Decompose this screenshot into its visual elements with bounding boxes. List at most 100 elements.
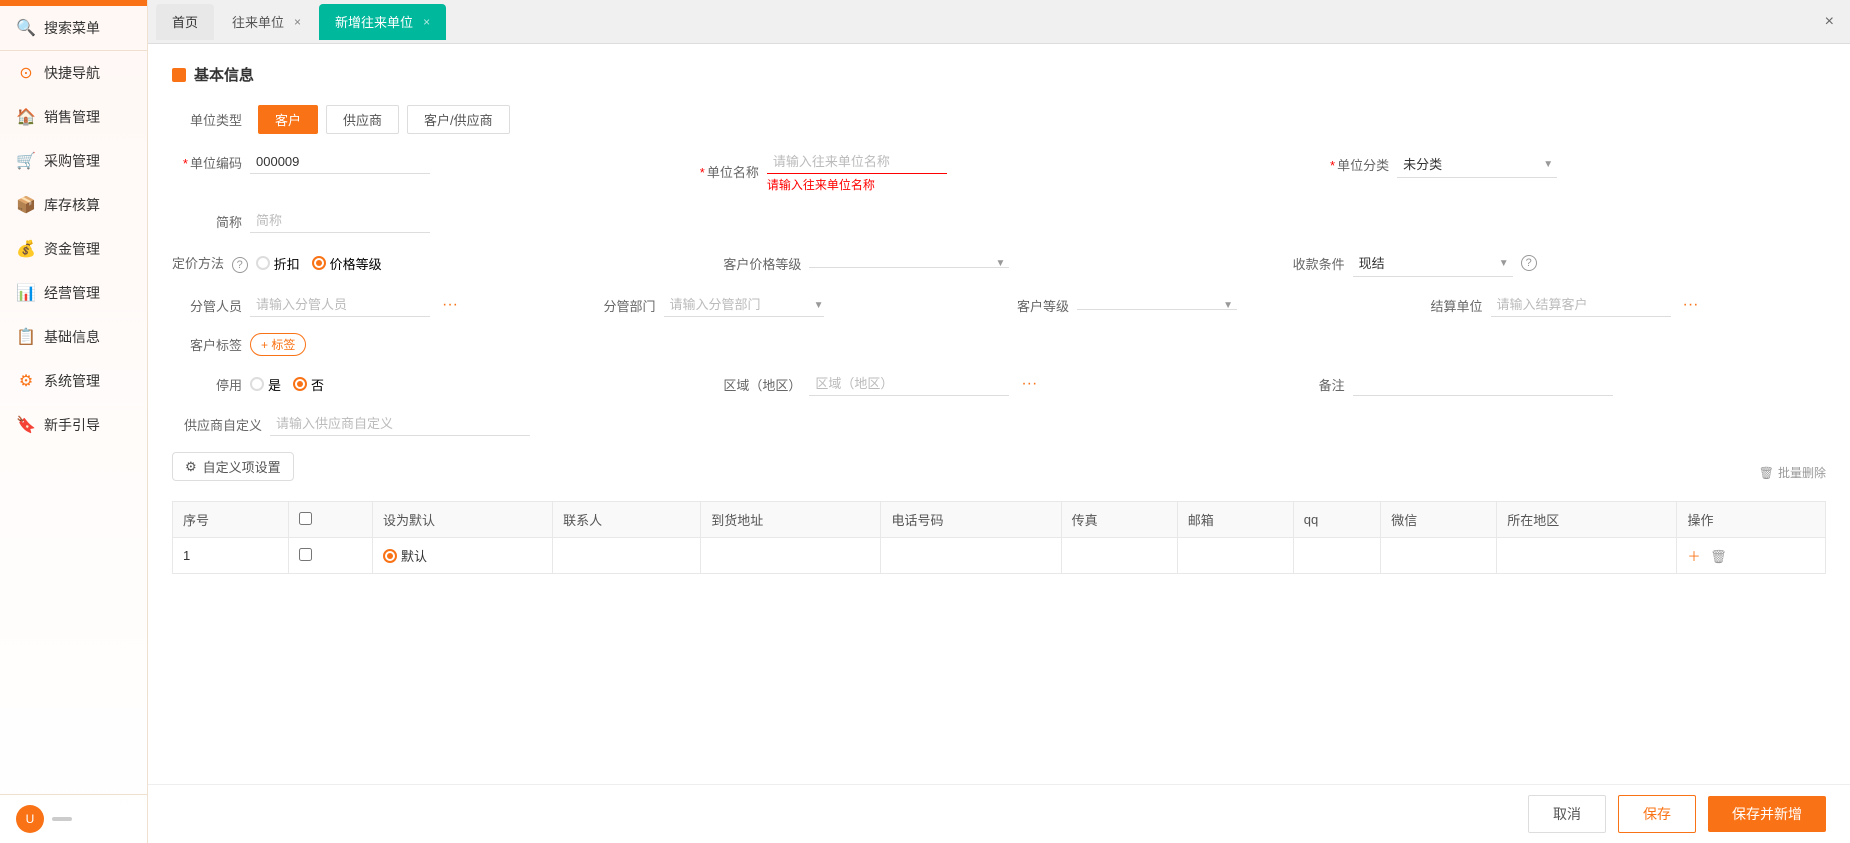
add-tag-button[interactable]: + 标签: [250, 333, 306, 356]
customer-price-level-label: 客户价格等级: [723, 254, 801, 273]
gear-icon: ⚙: [185, 459, 197, 475]
table-row: 1 默认: [173, 538, 1826, 574]
tab-new-partner[interactable]: 新增往来单位 ×: [319, 4, 446, 40]
payment-terms-select[interactable]: 现结: [1353, 249, 1513, 277]
settlement-more-icon[interactable]: ···: [1679, 296, 1703, 314]
sidebar-bottom: U: [0, 794, 147, 843]
sidebar-item-quick-nav[interactable]: ⊙ 快捷导航: [0, 51, 147, 95]
cancel-button[interactable]: 取消: [1528, 795, 1606, 833]
supplier-custom-row: 供应商自定义: [172, 412, 1826, 436]
pricing-level-label: 价格等级: [330, 254, 382, 273]
batch-delete-button[interactable]: 🗑 批量删除: [1759, 464, 1826, 481]
disable-no-radio[interactable]: 否: [293, 375, 324, 394]
manager-more-icon[interactable]: ···: [438, 296, 462, 314]
pricing-discount-radio[interactable]: 折扣: [256, 254, 300, 273]
row-actions: ＋ 🗑: [1677, 538, 1826, 574]
region-input[interactable]: [809, 372, 1009, 396]
finance-icon: 💰: [16, 239, 36, 259]
col-default: 设为默认: [372, 502, 552, 538]
delete-icon: 🗑: [1759, 466, 1774, 480]
col-phone: 电话号码: [881, 502, 1061, 538]
disable-yes-radio[interactable]: 是: [250, 375, 281, 394]
unit-type-buttons: 客户 供应商 客户/供应商: [258, 105, 510, 134]
sidebar-item-label: 经营管理: [44, 283, 100, 303]
pricing-level-radio[interactable]: 价格等级: [312, 254, 382, 273]
sidebar-item-finance[interactable]: 💰 资金管理: [0, 227, 147, 271]
supplier-custom-input[interactable]: [270, 412, 530, 436]
custom-settings-label: 自定义项设置: [203, 457, 281, 476]
unit-name-group: *单位名称 请输入往来单位名称: [689, 150, 1309, 193]
sidebar-item-purchase[interactable]: 🛒 采购管理: [0, 139, 147, 183]
select-all-checkbox[interactable]: [299, 512, 312, 525]
customer-level-select[interactable]: [1077, 301, 1237, 310]
row-default-radio[interactable]: 默认: [383, 546, 542, 565]
unit-category-select[interactable]: 未分类: [1397, 150, 1557, 178]
row-region: [1497, 538, 1677, 574]
sidebar-item-sales[interactable]: 🏠 销售管理: [0, 95, 147, 139]
customer-price-level-select-wrap: ▼: [809, 259, 1009, 268]
unit-name-input[interactable]: [767, 150, 947, 174]
custom-settings-button[interactable]: ⚙ 自定义项设置: [172, 452, 294, 481]
delete-row-icon[interactable]: 🗑: [1710, 549, 1727, 564]
col-checkbox: [289, 502, 373, 538]
settlement-input[interactable]: [1491, 293, 1671, 317]
region-more-icon[interactable]: ···: [1017, 375, 1041, 393]
radio-circle-level: [312, 256, 326, 270]
sidebar-item-operations[interactable]: 📊 经营管理: [0, 271, 147, 315]
notes-input[interactable]: [1353, 372, 1613, 396]
search-icon: 🔍: [16, 18, 36, 38]
col-fax: 传真: [1061, 502, 1177, 538]
customer-price-level-select[interactable]: [809, 259, 1009, 268]
batch-delete-label: 批量删除: [1778, 464, 1826, 481]
required-star2: *: [700, 165, 705, 180]
avatar: U: [16, 805, 44, 833]
sidebar-item-label: 销售管理: [44, 107, 100, 127]
basic-info-icon: 📋: [16, 327, 36, 347]
save-button[interactable]: 保存: [1618, 795, 1696, 833]
sidebar-item-label: 快捷导航: [44, 63, 100, 83]
disable-label: 停用: [172, 375, 242, 394]
settlement-group: 结算单位 ···: [1413, 293, 1827, 317]
section-title-text: 基本信息: [194, 64, 254, 85]
tab-partner-list[interactable]: 往来单位 ×: [216, 4, 317, 40]
sidebar-item-basic-info[interactable]: 📋 基础信息: [0, 315, 147, 359]
type-btn-customer[interactable]: 客户: [258, 105, 318, 134]
sidebar-item-search[interactable]: 🔍 搜索菜单: [0, 6, 147, 51]
guide-icon: 🔖: [16, 415, 36, 435]
sidebar-item-label: 采购管理: [44, 151, 100, 171]
main: 首页 往来单位 × 新增往来单位 × × 基本信息 单位类型 客户 供应商 客户…: [148, 0, 1850, 843]
add-row-icon[interactable]: ＋: [1687, 549, 1700, 564]
unit-type-group: 单位类型 客户 供应商 客户/供应商: [172, 105, 1826, 134]
save-new-button[interactable]: 保存并新增: [1708, 796, 1826, 832]
payment-help-icon[interactable]: ?: [1521, 255, 1537, 271]
sidebar-expand[interactable]: [52, 817, 72, 821]
sidebar-item-guide[interactable]: 🔖 新手引导: [0, 403, 147, 447]
supplier-custom-group: 供应商自定义: [172, 412, 1826, 436]
abbr-group: 简称: [172, 209, 1826, 233]
close-main-button[interactable]: ×: [1817, 13, 1842, 31]
home-icon: ⊙: [16, 63, 36, 83]
customer-level-group: 客户等级 ▼: [999, 296, 1413, 315]
tab-partner-list-close[interactable]: ×: [294, 15, 301, 29]
disable-yes-label: 是: [268, 375, 281, 394]
manager-input[interactable]: [250, 293, 430, 317]
pricing-method-group: 定价方法 ? 折扣 价格等级: [172, 253, 723, 273]
tab-home[interactable]: 首页: [156, 4, 214, 40]
row-select-checkbox[interactable]: [299, 548, 312, 561]
sidebar-item-inventory[interactable]: 📦 库存核算: [0, 183, 147, 227]
unit-code-input[interactable]: [250, 150, 430, 174]
sidebar-item-label: 资金管理: [44, 239, 100, 259]
department-input[interactable]: [664, 293, 824, 317]
type-btn-supplier[interactable]: 供应商: [326, 105, 399, 134]
tab-new-partner-close[interactable]: ×: [423, 15, 430, 29]
sidebar-item-system[interactable]: ⚙ 系统管理: [0, 359, 147, 403]
pricing-help-icon[interactable]: ?: [232, 257, 248, 273]
supplier-custom-label: 供应商自定义: [172, 415, 262, 434]
row-default-radio-circle: [383, 549, 397, 563]
abbr-input[interactable]: [250, 209, 430, 233]
abbr-row: 简称: [172, 209, 1826, 233]
type-btn-both[interactable]: 客户/供应商: [407, 105, 510, 134]
pricing-row: 定价方法 ? 折扣 价格等级 客户价格等级: [172, 249, 1826, 277]
col-region: 所在地区: [1497, 502, 1677, 538]
footer: 取消 保存 保存并新增: [148, 784, 1850, 843]
